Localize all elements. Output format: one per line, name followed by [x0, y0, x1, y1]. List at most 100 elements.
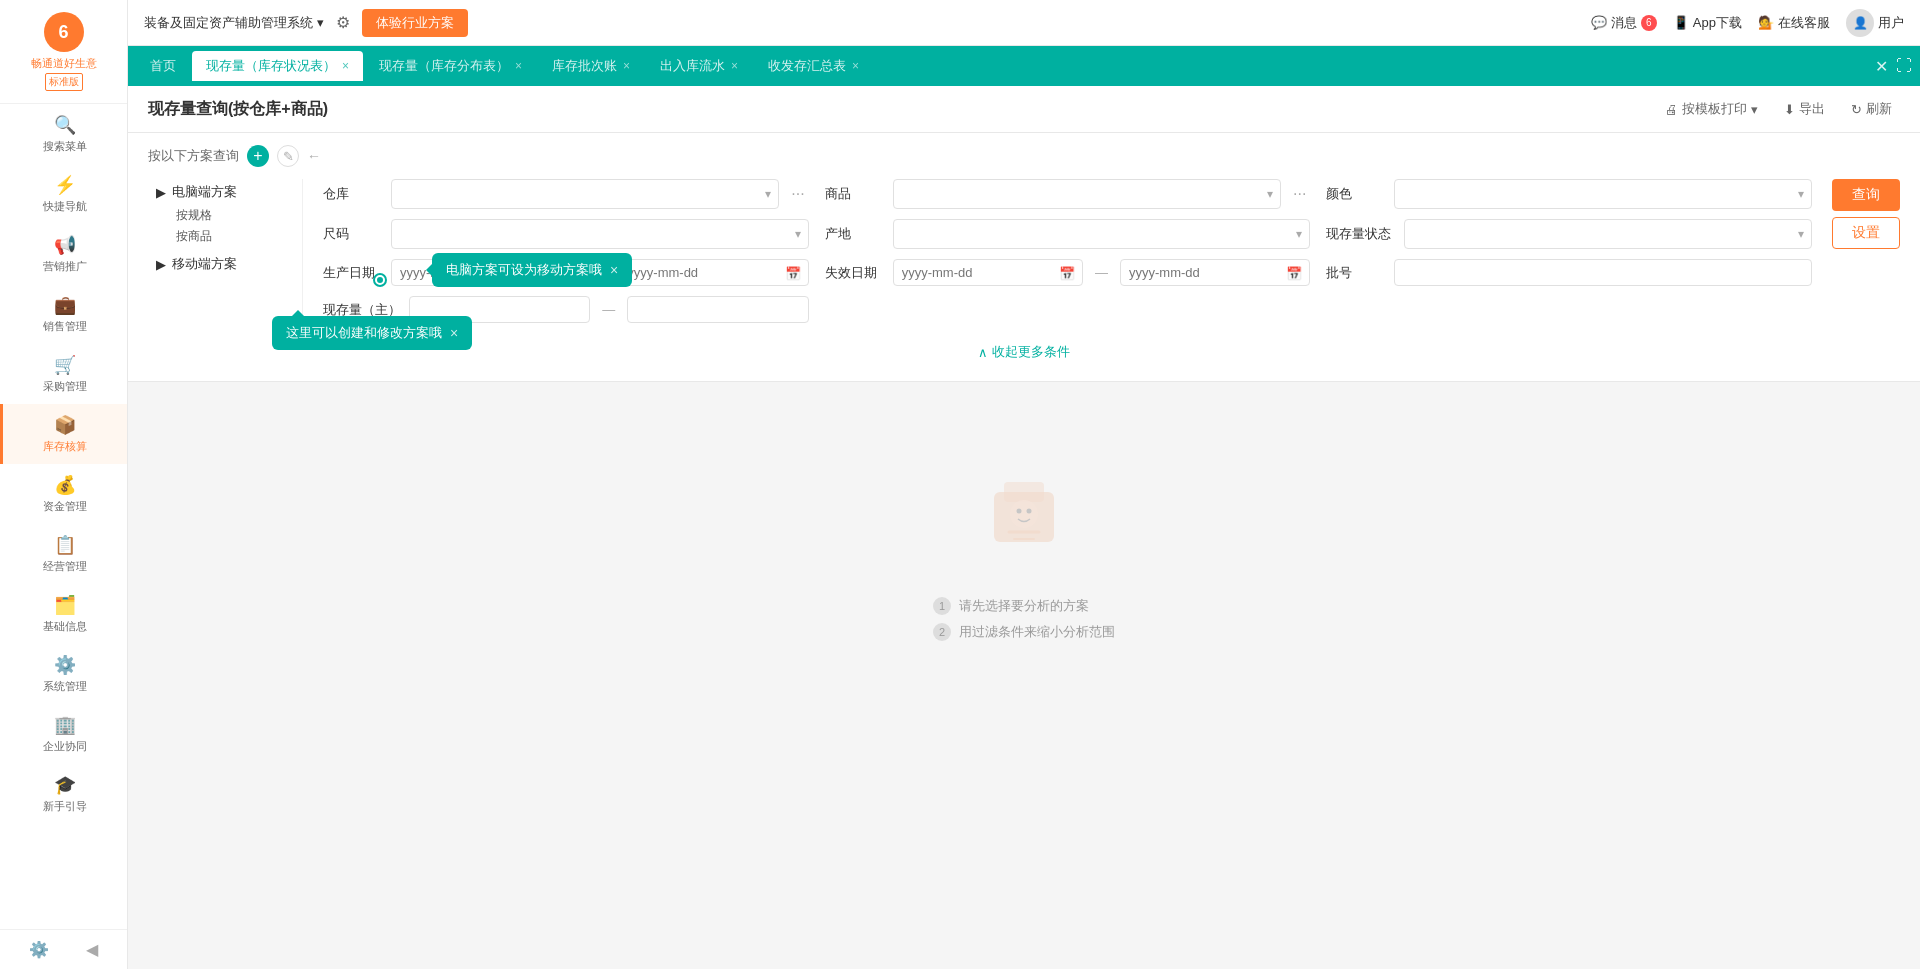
app-download-label: App下载 — [1693, 14, 1742, 32]
product-label: 商品 — [825, 185, 885, 203]
print-icon: 🖨 — [1665, 102, 1678, 117]
export-btn[interactable]: ⬇ 导出 — [1776, 96, 1833, 122]
sidebar-label-purchase: 采购管理 — [43, 379, 87, 394]
size-label: 尺码 — [323, 225, 383, 243]
size-select[interactable] — [391, 219, 809, 249]
refresh-icon: ↻ — [1851, 102, 1862, 117]
sidebar-item-purchase[interactable]: 🛒 采购管理 — [0, 344, 127, 404]
sidebar-logo: 6 畅通道好生意 标准版 — [0, 0, 127, 104]
empty-icon — [974, 462, 1074, 581]
stock-status-select[interactable] — [1404, 219, 1812, 249]
filter-add-btn[interactable]: + — [247, 145, 269, 167]
main-content: 装备及固定资产辅助管理系统 ▾ ⚙ 体验行业方案 💬 消息 6 📱 App下载 … — [128, 0, 1920, 969]
footer-settings-btn[interactable]: ⚙️ — [29, 940, 49, 959]
product-dots-btn[interactable]: ··· — [1289, 185, 1310, 203]
pc-scheme-group: ▶ 电脑端方案 按规格 按商品 — [148, 179, 292, 247]
sidebar-item-search[interactable]: 🔍 搜索菜单 — [0, 104, 127, 164]
page-header: 现存量查询(按仓库+商品) 🖨 按模板打印 ▾ ⬇ 导出 ↻ 刷新 — [128, 86, 1920, 133]
refresh-btn[interactable]: ↻ 刷新 — [1843, 96, 1900, 122]
print-arrow-icon: ▾ — [1751, 102, 1758, 117]
tab-inventory-dist-close[interactable]: × — [515, 59, 522, 73]
print-btn[interactable]: 🖨 按模板打印 ▾ — [1657, 96, 1766, 122]
scheme-tooltip-close[interactable]: × — [610, 262, 618, 278]
message-label: 消息 — [1611, 14, 1637, 32]
produce-date-end-input[interactable] — [618, 259, 808, 286]
expire-date-end-input[interactable] — [1120, 259, 1310, 286]
create-tooltip-close[interactable]: × — [450, 325, 458, 341]
sidebar: 6 畅通道好生意 标准版 🔍 搜索菜单 ⚡ 快捷导航 📢 营销推广 💼 销售管理… — [0, 0, 128, 969]
color-select[interactable] — [1394, 179, 1812, 209]
sidebar-item-operations[interactable]: 📋 经营管理 — [0, 524, 127, 584]
tab-batch[interactable]: 库存批次账 × — [538, 51, 644, 81]
app-download-action[interactable]: 📱 App下载 — [1673, 14, 1742, 32]
expire-date-start-cal-icon[interactable]: 📅 — [1059, 265, 1075, 280]
sidebar-item-finance[interactable]: 💰 资金管理 — [0, 464, 127, 524]
expire-date-end-cal-icon[interactable]: 📅 — [1286, 265, 1302, 280]
footer-collapse-btn[interactable]: ◀ — [86, 940, 98, 959]
online-support-action[interactable]: 💁 在线客服 — [1758, 14, 1830, 32]
scheme-by-product[interactable]: 按商品 — [168, 226, 292, 247]
warehouse-dots-btn[interactable]: ··· — [787, 185, 808, 203]
sidebar-item-inventory[interactable]: 📦 库存核算 — [0, 404, 127, 464]
dot-indicator — [375, 275, 385, 285]
tab-inout-close[interactable]: × — [731, 59, 738, 73]
sidebar-item-basic[interactable]: 🗂️ 基础信息 — [0, 584, 127, 644]
filter-arrow-btn[interactable]: ← — [307, 148, 321, 164]
sidebar-label-finance: 资金管理 — [43, 499, 87, 514]
product-field: 商品 ▾ ··· — [825, 179, 1311, 209]
query-btn[interactable]: 查询 — [1832, 179, 1900, 211]
tab-close-all-btn[interactable]: ✕ — [1875, 57, 1888, 76]
system-name-dropdown[interactable]: 装备及固定资产辅助管理系统 ▾ — [144, 14, 324, 32]
filter-edit-btn[interactable]: ✎ — [277, 145, 299, 167]
sidebar-label-basic: 基础信息 — [43, 619, 87, 634]
sidebar-item-quick[interactable]: ⚡ 快捷导航 — [0, 164, 127, 224]
sidebar-item-enterprise[interactable]: 🏢 企业协同 — [0, 704, 127, 764]
online-support-label: 在线客服 — [1778, 14, 1830, 32]
create-tooltip-text: 这里可以创建和修改方案哦 — [286, 324, 442, 342]
product-item-label: 按商品 — [176, 228, 212, 245]
produce-date-end-cal-icon[interactable]: 📅 — [785, 265, 801, 280]
tab-collect[interactable]: 收发存汇总表 × — [754, 51, 873, 81]
export-label: 导出 — [1799, 100, 1825, 118]
sidebar-item-marketing[interactable]: 📢 营销推广 — [0, 224, 127, 284]
inventory-icon: 📦 — [54, 414, 76, 436]
tab-fullscreen-btn[interactable]: ⛶ — [1896, 57, 1912, 76]
pc-scheme-item[interactable]: ▶ 电脑端方案 — [148, 179, 292, 205]
filter-area: 按以下方案查询 + ✎ ← ▶ 电脑端方案 按规格 — [128, 133, 1920, 382]
origin-select[interactable] — [893, 219, 1311, 249]
tab-batch-close[interactable]: × — [623, 59, 630, 73]
search-icon: 🔍 — [54, 114, 76, 136]
tab-inventory-status-close[interactable]: × — [342, 59, 349, 73]
purchase-icon: 🛒 — [54, 354, 76, 376]
tab-inout[interactable]: 出入库流水 × — [646, 51, 752, 81]
sidebar-item-newbie[interactable]: 🎓 新手引导 — [0, 764, 127, 824]
product-select[interactable] — [893, 179, 1281, 209]
tab-home[interactable]: 首页 — [136, 51, 190, 81]
header-settings-icon[interactable]: ⚙ — [336, 13, 350, 32]
sidebar-item-sales[interactable]: 💼 销售管理 — [0, 284, 127, 344]
user-action[interactable]: 👤 用户 — [1846, 9, 1904, 37]
batch-field: 批号 — [1326, 259, 1812, 286]
pc-scheme-label: 电脑端方案 — [172, 183, 237, 201]
mobile-scheme-item[interactable]: ▶ 移动端方案 — [148, 251, 292, 277]
setting-btn[interactable]: 设置 — [1832, 217, 1900, 249]
industry-btn[interactable]: 体验行业方案 — [362, 9, 468, 37]
warehouse-label: 仓库 — [323, 185, 383, 203]
page-area: 现存量查询(按仓库+商品) 🖨 按模板打印 ▾ ⬇ 导出 ↻ 刷新 — [128, 86, 1920, 969]
scheme-by-spec[interactable]: 按规格 — [168, 205, 292, 226]
warehouse-select[interactable] — [391, 179, 779, 209]
tab-inventory-status[interactable]: 现存量（库存状况表） × — [192, 51, 363, 81]
batch-input[interactable] — [1394, 259, 1812, 286]
create-tooltip: 这里可以创建和修改方案哦 × — [272, 316, 472, 350]
message-action[interactable]: 💬 消息 6 — [1591, 14, 1657, 32]
svg-point-3 — [1017, 509, 1022, 514]
sidebar-label-sales: 销售管理 — [43, 319, 87, 334]
sales-icon: 💼 — [54, 294, 76, 316]
tab-inventory-dist[interactable]: 现存量（库存分布表） × — [365, 51, 536, 81]
sidebar-item-system[interactable]: ⚙️ 系统管理 — [0, 644, 127, 704]
stock-amount-end-input[interactable] — [627, 296, 808, 323]
batch-label: 批号 — [1326, 264, 1386, 282]
tab-bar: 首页 现存量（库存状况表） × 现存量（库存分布表） × 库存批次账 × 出入库… — [128, 46, 1920, 86]
tab-collect-close[interactable]: × — [852, 59, 859, 73]
expire-date-start-input[interactable] — [893, 259, 1083, 286]
